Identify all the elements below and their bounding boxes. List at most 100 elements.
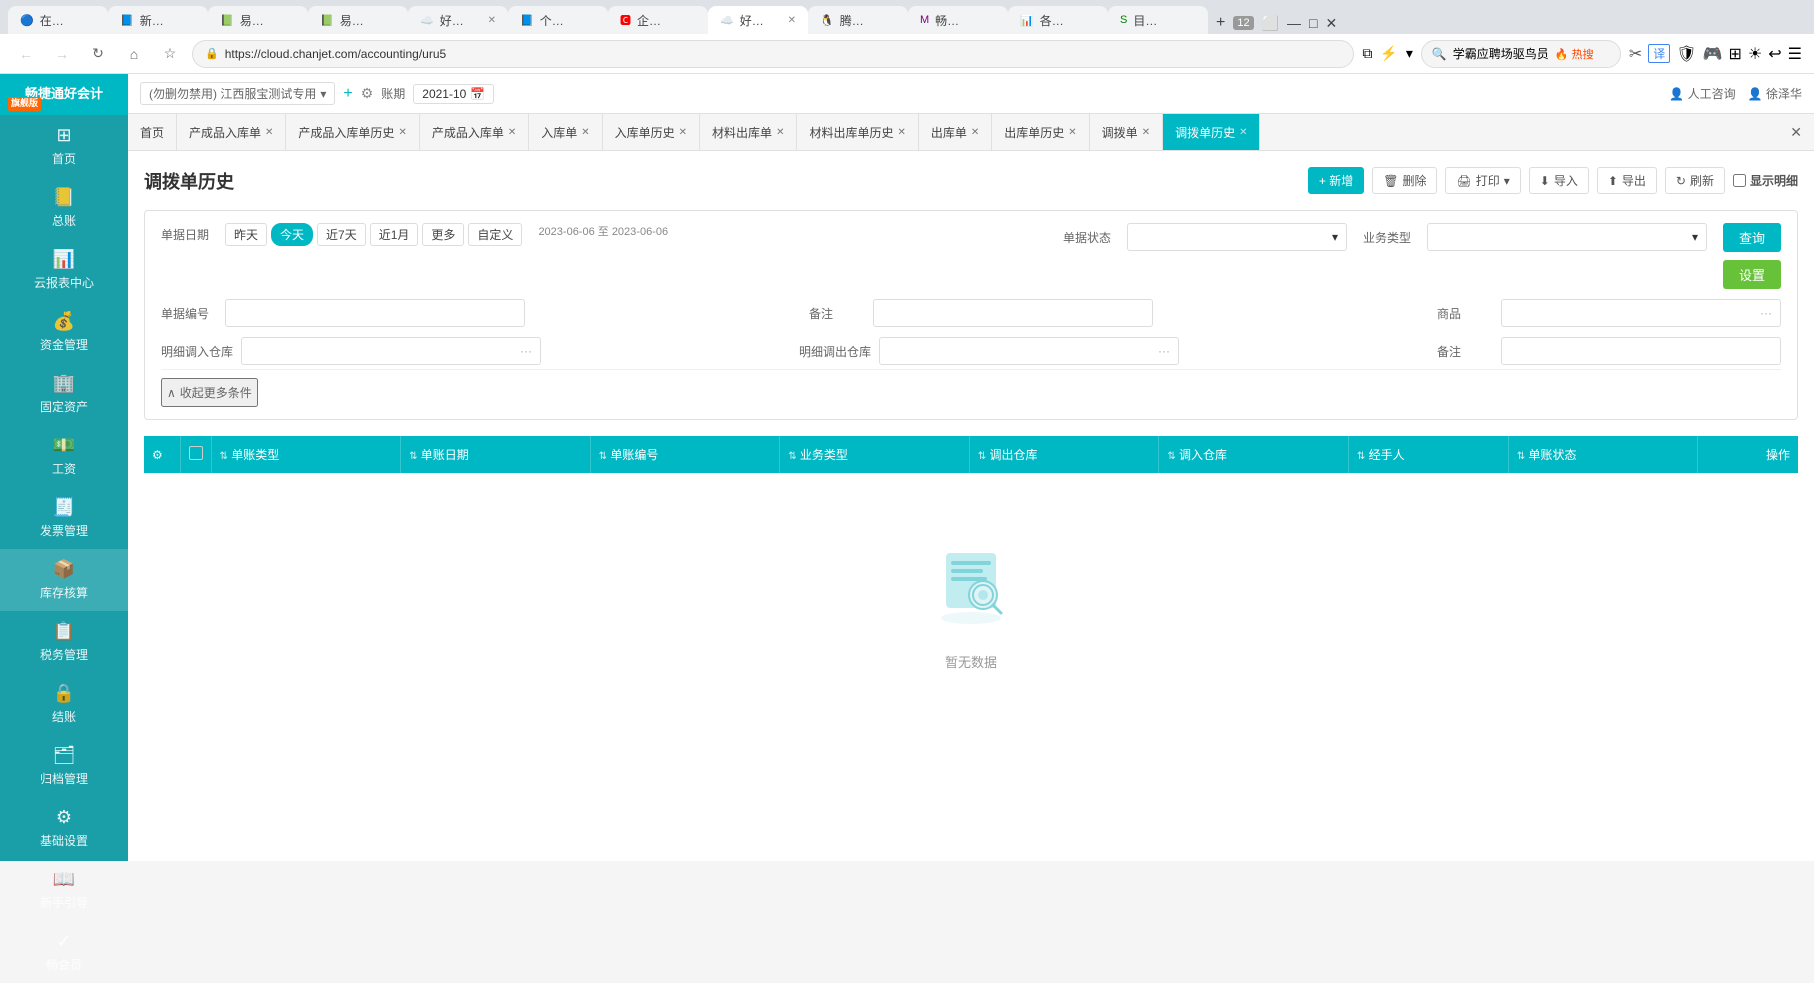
inbound-hist1-tab-close[interactable]: ✕ — [398, 127, 406, 138]
goods-dots[interactable]: ··· — [1760, 306, 1772, 320]
nav-back-button[interactable]: ← — [12, 40, 40, 68]
date-btn-today[interactable]: 今天 — [271, 223, 313, 246]
to-warehouse-dots[interactable]: ··· — [1158, 344, 1170, 358]
inbound2-tab-close[interactable]: ✕ — [508, 127, 516, 138]
col-check-header[interactable] — [180, 436, 211, 473]
extensions-icon[interactable]: ⧉ — [1362, 45, 1372, 62]
nav-refresh-button[interactable]: ↻ — [84, 40, 112, 68]
app-tab-inbound2[interactable]: 产成品入库单 ✕ — [420, 114, 529, 150]
add-company-button[interactable]: + — [343, 85, 352, 103]
sidebar-item-asset[interactable]: 🏢 固定资产 — [0, 363, 128, 425]
out-hist1-tab-close[interactable]: ✕ — [1068, 127, 1076, 138]
lightning-icon[interactable]: ⚡ — [1380, 45, 1397, 62]
from-warehouse-dots[interactable]: ··· — [520, 344, 532, 358]
nav-star-button[interactable]: ☆ — [156, 40, 184, 68]
material-out1-tab-close[interactable]: ✕ — [776, 127, 784, 138]
remark-input[interactable] — [873, 299, 1153, 327]
sidebar-item-guide[interactable]: 📖 新手引导 — [0, 859, 128, 921]
grid-icon[interactable]: ⊞ — [1729, 44, 1742, 64]
remark2-input[interactable] — [1501, 337, 1781, 365]
new-tab-button[interactable]: + — [1216, 14, 1225, 32]
browser-tab-6[interactable]: 📘 个… — [508, 6, 608, 34]
shield-icon[interactable]: 🛡 — [1676, 44, 1696, 64]
tab-close-8[interactable]: ✕ — [788, 15, 796, 26]
sidebar-item-report[interactable]: 📊 云报表中心 — [0, 239, 128, 301]
minimize-button[interactable]: — — [1287, 15, 1301, 31]
app-tab-material-out1[interactable]: 材料出库单 ✕ — [700, 114, 797, 150]
sidebar-item-fund[interactable]: 💰 资金管理 — [0, 301, 128, 363]
delete-button[interactable]: 🗑 删除 — [1372, 167, 1437, 194]
app-tab-transfer1[interactable]: 调拨单 ✕ — [1090, 114, 1163, 150]
sidebar-item-inventory[interactable]: 📦 库存核算 — [0, 549, 128, 611]
out1-tab-close[interactable]: ✕ — [971, 127, 979, 138]
browser-tab-2[interactable]: 📘 新… — [108, 6, 208, 34]
browser-tab-7[interactable]: 🅲 企… — [608, 6, 708, 34]
export-button[interactable]: ⬆ 导出 — [1597, 167, 1657, 194]
cut-icon[interactable]: ✂ — [1629, 44, 1642, 64]
goods-select[interactable]: ··· — [1501, 299, 1781, 327]
new-button[interactable]: + 新增 — [1308, 167, 1364, 194]
close-window-button[interactable]: ✕ — [1326, 15, 1338, 32]
col-type-header[interactable]: ⇅ 单账类型 — [211, 436, 401, 473]
browser-tab-4[interactable]: 📗 易… — [308, 6, 408, 34]
col-gear-header[interactable]: ⚙ — [144, 436, 180, 473]
select-all-checkbox[interactable] — [189, 446, 203, 460]
sidebar-item-tax[interactable]: 📋 税务管理 — [0, 611, 128, 673]
sidebar-item-close[interactable]: 🔒 结账 — [0, 673, 128, 735]
sidebar-item-ledger[interactable]: 📒 总账 — [0, 177, 128, 239]
app-tab-transfer-hist[interactable]: 调拨单历史 ✕ — [1163, 114, 1260, 150]
service-button[interactable]: 👤 人工咨询 — [1669, 85, 1735, 102]
nav-dropdown-icon[interactable]: ▾ — [1406, 45, 1413, 62]
company-selector[interactable]: (勿删勿禁用) 江西服宝测试专用 ▾ — [140, 82, 335, 105]
import-button[interactable]: ⬇ 导入 — [1529, 167, 1589, 194]
col-status-header[interactable]: ⇅ 单账状态 — [1508, 436, 1698, 473]
app-tab-inbound-hist1[interactable]: 产成品入库单历史 ✕ — [286, 114, 419, 150]
col-date-header[interactable]: ⇅ 单账日期 — [401, 436, 591, 473]
material-out-hist1-tab-close[interactable]: ✕ — [897, 127, 905, 138]
inbound-hist2-tab-close[interactable]: ✕ — [679, 127, 687, 138]
sidebar-item-archive[interactable]: 🗂 归档管理 — [0, 735, 128, 797]
col-no-header[interactable]: ⇅ 单账编号 — [590, 436, 780, 473]
game-icon[interactable]: 🎮 — [1703, 44, 1723, 64]
app-tab-material-out-hist1[interactable]: 材料出库单历史 ✕ — [797, 114, 918, 150]
app-tab-home[interactable]: 首页 — [128, 114, 177, 150]
browser-tab-8[interactable]: ☁️ 好… ✕ — [708, 6, 808, 34]
translate-icon[interactable]: 译 — [1648, 44, 1670, 63]
date-btn-custom[interactable]: 自定义 — [468, 223, 522, 246]
collapse-button[interactable]: ∧ 收起更多条件 — [161, 378, 258, 407]
inbound3-tab-close[interactable]: ✕ — [581, 127, 589, 138]
transfer1-tab-close[interactable]: ✕ — [1142, 127, 1150, 138]
date-btn-more[interactable]: 更多 — [422, 223, 464, 246]
print-button[interactable]: 🖨 打印 ▾ — [1445, 167, 1520, 194]
col-biztype-header[interactable]: ⇅ 业务类型 — [780, 436, 970, 473]
transfer-hist-tab-close[interactable]: ✕ — [1239, 127, 1247, 138]
browser-tab-11[interactable]: 📊 各… — [1008, 6, 1108, 34]
browser-tab-12[interactable]: S 目… — [1108, 6, 1208, 34]
col-in-warehouse-header[interactable]: ⇅ 调入仓库 — [1159, 436, 1349, 473]
tab-menu-button[interactable]: ⬜ — [1262, 15, 1279, 32]
tab-nav-close-all[interactable]: ✕ — [1778, 124, 1814, 141]
sidebar-item-invoice[interactable]: 🧾 发票管理 — [0, 487, 128, 549]
period-selector[interactable]: 2021-10 📅 — [413, 84, 494, 104]
menu-icon[interactable]: ☰ — [1788, 44, 1802, 64]
refresh-button[interactable]: ↻ 刷新 — [1665, 167, 1725, 194]
query-button[interactable]: 查询 — [1723, 223, 1781, 252]
inbound1-tab-close[interactable]: ✕ — [265, 127, 273, 138]
date-btn-yesterday[interactable]: 昨天 — [225, 223, 267, 246]
type-select[interactable]: ▾ — [1427, 223, 1707, 251]
date-btn-7days[interactable]: 近7天 — [317, 223, 366, 246]
setting-button[interactable]: 设置 — [1723, 260, 1781, 289]
browser-tab-3[interactable]: 📗 易… — [208, 6, 308, 34]
browser-tab-10[interactable]: M 畅… — [908, 6, 1008, 34]
undo-icon[interactable]: ↩ — [1768, 44, 1781, 64]
app-tab-out1[interactable]: 出库单 ✕ — [919, 114, 992, 150]
sidebar-item-home[interactable]: ⊞ 首页 — [0, 115, 128, 177]
date-btn-1month[interactable]: 近1月 — [370, 223, 419, 246]
browser-tab-1[interactable]: 🔵 在… — [8, 6, 108, 34]
tab-close-5[interactable]: ✕ — [488, 15, 496, 26]
sidebar-item-member[interactable]: ✓ 畅会员 — [0, 921, 128, 983]
app-tab-inbound1[interactable]: 产成品入库单 ✕ — [177, 114, 286, 150]
col-out-warehouse-header[interactable]: ⇅ 调出仓库 — [969, 436, 1159, 473]
app-tab-inbound3[interactable]: 入库单 ✕ — [529, 114, 602, 150]
doc-no-input[interactable] — [225, 299, 525, 327]
